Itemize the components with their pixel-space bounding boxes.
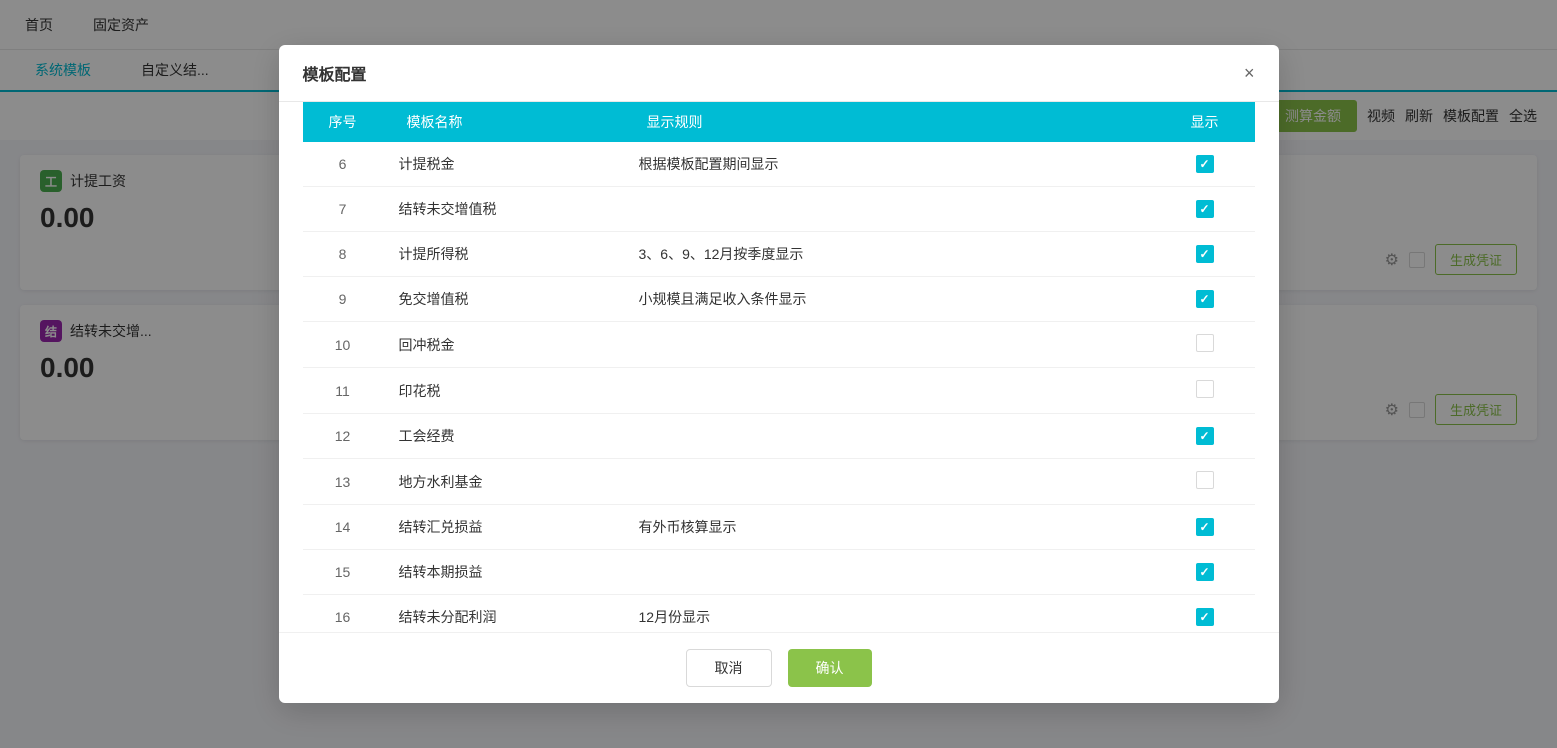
table-cell-rule: 根据模板配置期间显示 <box>623 142 1155 187</box>
table-row: 15结转本期损益 <box>303 550 1255 595</box>
table-row: 16结转未分配利润12月份显示 <box>303 595 1255 633</box>
table-cell-rule <box>623 459 1155 505</box>
row-checkbox-11[interactable] <box>1196 380 1214 398</box>
row-checkbox-12[interactable] <box>1196 427 1214 445</box>
table-row: 8计提所得税3、6、9、12月按季度显示 <box>303 232 1255 277</box>
table-scroll-area[interactable]: 序号 模板名称 显示规则 显示 6计提税金根据模板配置期间显示7结转未交增值税8… <box>279 102 1279 632</box>
table-row: 7结转未交增值税 <box>303 187 1255 232</box>
table-cell-rule <box>623 368 1155 414</box>
row-checkbox-10[interactable] <box>1196 334 1214 352</box>
row-checkbox-16[interactable] <box>1196 608 1214 626</box>
table-cell-checkbox <box>1155 322 1255 368</box>
table-cell-checkbox <box>1155 277 1255 322</box>
modal-footer: 取消 确认 <box>279 632 1279 703</box>
table-cell-checkbox <box>1155 459 1255 505</box>
modal-header: 模板配置 × <box>279 45 1279 102</box>
row-checkbox-13[interactable] <box>1196 471 1214 489</box>
table-cell-rule <box>623 414 1155 459</box>
table-cell-index: 8 <box>303 232 383 277</box>
modal-title: 模板配置 <box>303 61 367 85</box>
col-header-index: 序号 <box>303 102 383 142</box>
table-row: 12工会经费 <box>303 414 1255 459</box>
table-cell-checkbox <box>1155 595 1255 633</box>
table-cell-index: 11 <box>303 368 383 414</box>
config-table: 序号 模板名称 显示规则 显示 6计提税金根据模板配置期间显示7结转未交增值税8… <box>303 102 1255 632</box>
confirm-button[interactable]: 确认 <box>788 649 872 687</box>
table-row: 6计提税金根据模板配置期间显示 <box>303 142 1255 187</box>
table-row: 11印花税 <box>303 368 1255 414</box>
table-cell-name: 计提所得税 <box>383 232 623 277</box>
table-cell-name: 印花税 <box>383 368 623 414</box>
table-cell-index: 14 <box>303 505 383 550</box>
modal-overlay: 模板配置 × 序号 模板名称 显示规则 显示 6计提税金根据模板配置期间显 <box>0 0 1557 748</box>
table-cell-checkbox <box>1155 232 1255 277</box>
table-cell-name: 地方水利基金 <box>383 459 623 505</box>
table-cell-checkbox <box>1155 187 1255 232</box>
row-checkbox-9[interactable] <box>1196 290 1214 308</box>
table-header: 序号 模板名称 显示规则 显示 <box>303 102 1255 142</box>
table-cell-checkbox <box>1155 550 1255 595</box>
row-checkbox-8[interactable] <box>1196 245 1214 263</box>
row-checkbox-15[interactable] <box>1196 563 1214 581</box>
table-cell-name: 免交增值税 <box>383 277 623 322</box>
table-cell-rule <box>623 187 1155 232</box>
row-checkbox-7[interactable] <box>1196 200 1214 218</box>
table-cell-index: 13 <box>303 459 383 505</box>
table-cell-index: 9 <box>303 277 383 322</box>
table-cell-index: 6 <box>303 142 383 187</box>
table-cell-checkbox <box>1155 414 1255 459</box>
row-checkbox-14[interactable] <box>1196 518 1214 536</box>
table-cell-name: 结转未分配利润 <box>383 595 623 633</box>
table-cell-name: 结转汇兑损益 <box>383 505 623 550</box>
col-header-name: 模板名称 <box>383 102 623 142</box>
col-header-rule: 显示规则 <box>623 102 1155 142</box>
table-cell-rule: 有外币核算显示 <box>623 505 1155 550</box>
table-cell-index: 15 <box>303 550 383 595</box>
table-cell-checkbox <box>1155 368 1255 414</box>
row-checkbox-6[interactable] <box>1196 155 1214 173</box>
table-cell-rule <box>623 322 1155 368</box>
table-body: 6计提税金根据模板配置期间显示7结转未交增值税8计提所得税3、6、9、12月按季… <box>303 142 1255 632</box>
template-config-modal: 模板配置 × 序号 模板名称 显示规则 显示 6计提税金根据模板配置期间显 <box>279 45 1279 703</box>
table-cell-index: 12 <box>303 414 383 459</box>
cancel-button[interactable]: 取消 <box>686 649 772 687</box>
modal-body: 序号 模板名称 显示规则 显示 6计提税金根据模板配置期间显示7结转未交增值税8… <box>279 102 1279 632</box>
table-cell-name: 计提税金 <box>383 142 623 187</box>
modal-close-button[interactable]: × <box>1244 64 1255 82</box>
table-cell-name: 结转本期损益 <box>383 550 623 595</box>
table-row: 14结转汇兑损益有外币核算显示 <box>303 505 1255 550</box>
table-cell-index: 7 <box>303 187 383 232</box>
table-cell-checkbox <box>1155 505 1255 550</box>
table-cell-checkbox <box>1155 142 1255 187</box>
table-cell-name: 回冲税金 <box>383 322 623 368</box>
table-cell-rule: 3、6、9、12月按季度显示 <box>623 232 1155 277</box>
table-row: 9免交增值税小规模且满足收入条件显示 <box>303 277 1255 322</box>
table-cell-rule <box>623 550 1155 595</box>
table-cell-rule: 12月份显示 <box>623 595 1155 633</box>
table-cell-name: 工会经费 <box>383 414 623 459</box>
table-row: 13地方水利基金 <box>303 459 1255 505</box>
table-cell-rule: 小规模且满足收入条件显示 <box>623 277 1155 322</box>
col-header-display: 显示 <box>1155 102 1255 142</box>
table-row: 10回冲税金 <box>303 322 1255 368</box>
table-cell-name: 结转未交增值税 <box>383 187 623 232</box>
table-cell-index: 10 <box>303 322 383 368</box>
table-cell-index: 16 <box>303 595 383 633</box>
